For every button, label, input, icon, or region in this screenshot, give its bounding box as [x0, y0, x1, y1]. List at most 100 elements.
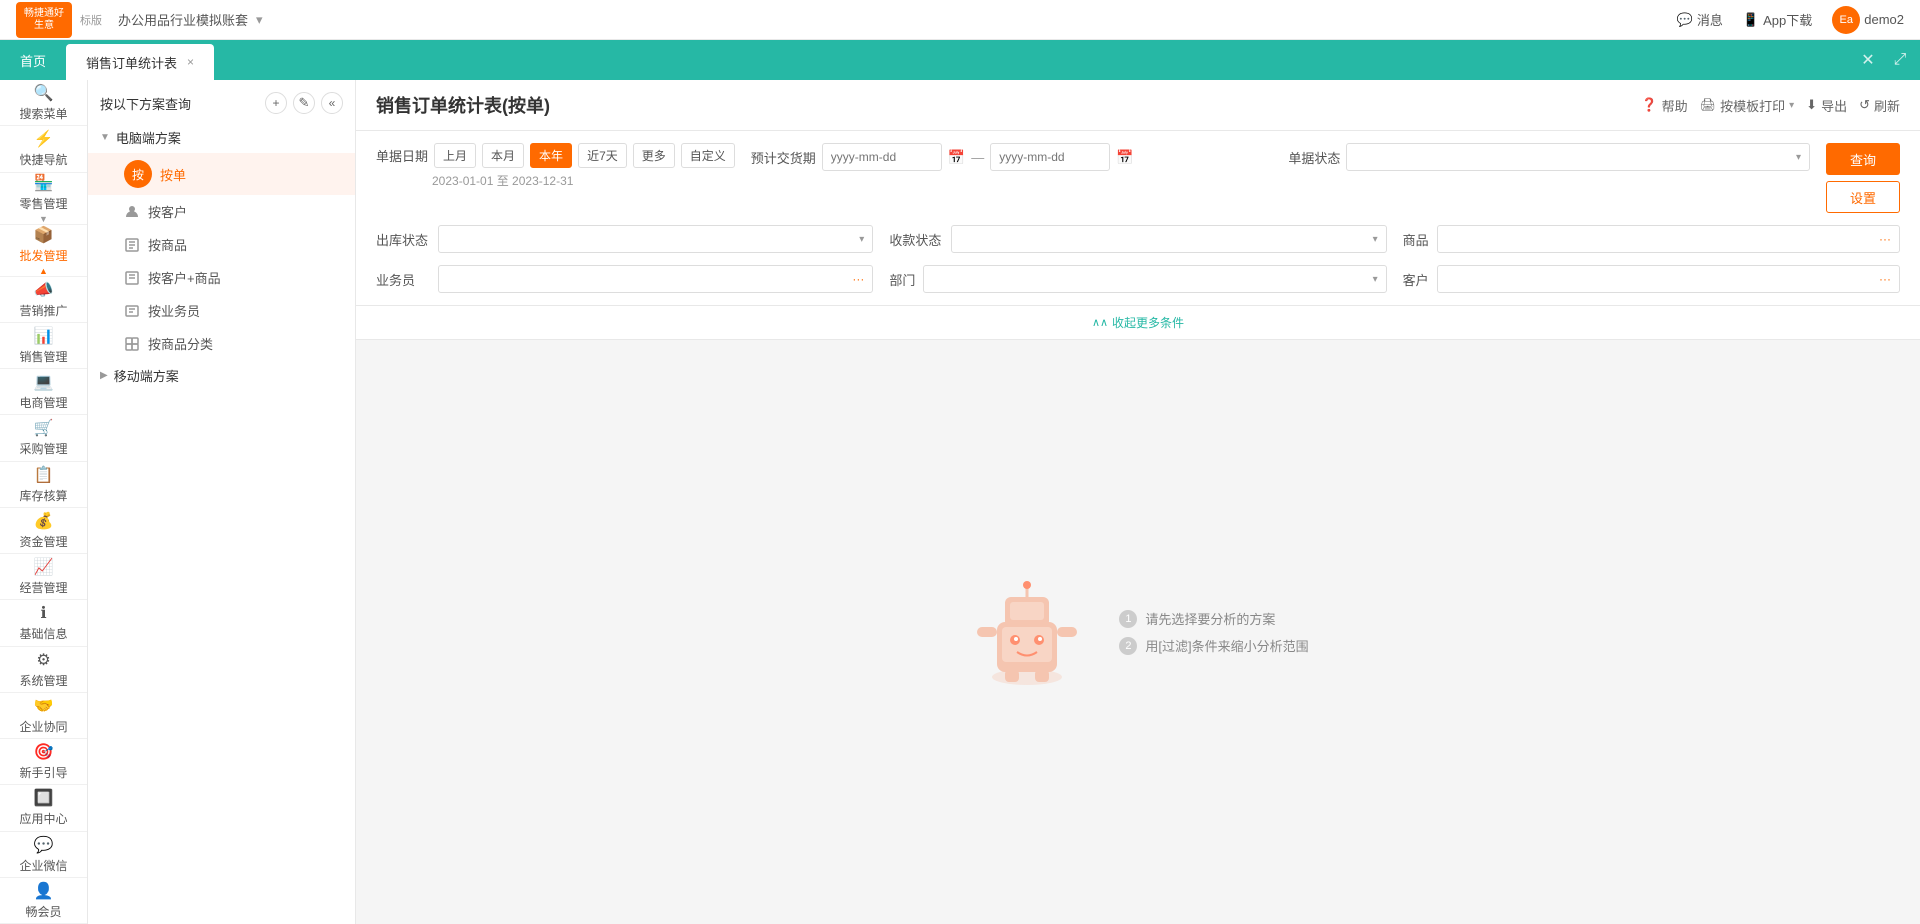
department-group: 部门 ▾	[889, 265, 1386, 293]
sidebar-item-wholesale[interactable]: 📦 批发管理 ▲	[0, 225, 87, 277]
help-button[interactable]: ❓ 帮助	[1641, 96, 1687, 115]
department-select[interactable]: ▾	[923, 265, 1386, 293]
sidebar-item-basic-info[interactable]: ℹ 基础信息	[0, 600, 87, 646]
desktop-scheme-title[interactable]: ▼ 电脑端方案	[88, 122, 355, 153]
sidebar-item-member[interactable]: 👤 畅会员	[0, 878, 87, 924]
collapse-button[interactable]: ∧∧ 收起更多条件	[356, 305, 1920, 339]
sidebar-item-marketing[interactable]: 📣 营销推广	[0, 277, 87, 323]
window-close-button[interactable]: ✕	[1856, 48, 1880, 72]
main-layout: 🔍 搜索菜单 ⚡ 快捷导航 🏪 零售管理 ▼ 📦 批发管理 ▲ 📣 营销推广 📊…	[0, 80, 1920, 924]
mobile-section-arrow: ▶	[100, 370, 108, 381]
sidebar-item-retail[interactable]: 🏪 零售管理 ▼	[0, 173, 87, 225]
user-avatar[interactable]: Ea demo2	[1832, 6, 1904, 34]
sidebar-item-sales[interactable]: 📊 销售管理	[0, 323, 87, 369]
date-btn-last-month[interactable]: 上月	[434, 143, 476, 168]
calendar-to-icon[interactable]: 📅	[1116, 149, 1133, 166]
enterprise-icon: 🤝	[34, 696, 54, 716]
sidebar-item-operations[interactable]: 📈 经营管理	[0, 554, 87, 600]
empty-state: 1 请先选择要分析的方案 2 用[过滤]条件来缩小分析范围	[356, 340, 1920, 924]
marketing-icon: 📣	[34, 280, 54, 300]
doc-status-select[interactable]: ▾	[1346, 143, 1810, 171]
sidebar-item-purchase[interactable]: 🛒 采购管理	[0, 415, 87, 461]
message-button[interactable]: 💬 消息	[1677, 10, 1723, 29]
expected-date-to-input[interactable]	[990, 143, 1110, 171]
ship-status-group: 出库状态 ▾	[376, 225, 873, 253]
sidebar-item-finance[interactable]: 💰 资金管理	[0, 508, 87, 554]
empty-tip-2: 2 用[过滤]条件来缩小分析范围	[1119, 636, 1308, 655]
export-button[interactable]: ⬇ 导出	[1806, 96, 1847, 115]
panel-header-title: 按以下方案查询	[100, 94, 191, 113]
sales-order-tab[interactable]: 销售订单统计表 ×	[66, 44, 214, 80]
sidebar-item-system[interactable]: ⚙ 系统管理	[0, 647, 87, 693]
tabbar: 首页 销售订单统计表 × ✕ ⤢	[0, 40, 1920, 80]
sidebar-item-wechat[interactable]: 💬 企业微信	[0, 832, 87, 878]
customer-label: 客户	[1403, 270, 1431, 289]
panel-header-actions: + ✎ «	[265, 92, 343, 114]
scheme-item-by-category[interactable]: 按商品分类	[88, 327, 355, 360]
scheme-item-by-salesperson[interactable]: 按业务员	[88, 294, 355, 327]
print-icon: 🖨	[1700, 97, 1717, 113]
wholesale-expand-icon: ▲	[39, 266, 48, 276]
date-btn-more[interactable]: 更多	[633, 143, 675, 168]
expected-date-from-input[interactable]	[822, 143, 942, 171]
filter-body: 单据日期 上月 本月 本年 近7天 更多 自定义 2023-01-01 至 20…	[356, 131, 1920, 305]
scheme-item-by-category-label: 按商品分类	[148, 334, 213, 353]
content: 按以下方案查询 + ✎ « ▼ 电脑端方案 按 按单	[88, 80, 1920, 924]
scheme-item-by-customer-goods[interactable]: 按客户+商品	[88, 261, 355, 294]
sidebar-item-appcenter[interactable]: 🔲 应用中心	[0, 785, 87, 831]
date-range-display: 2023-01-01 至 2023-12-31	[376, 172, 735, 189]
date-btn-this-year[interactable]: 本年	[530, 143, 572, 168]
scheme-item-by-goods[interactable]: 按商品	[88, 228, 355, 261]
refresh-icon: ↺	[1859, 97, 1870, 113]
sidebar-item-operations-label: 经营管理	[19, 579, 67, 596]
message-icon: 💬	[1677, 12, 1693, 28]
shortcuts-icon: ⚡	[34, 129, 54, 149]
sidebar-item-ecommerce[interactable]: 💻 电商管理	[0, 369, 87, 415]
scheme-icon-salesperson	[124, 303, 140, 319]
sidebar-item-enterprise[interactable]: 🤝 企业协同	[0, 693, 87, 739]
expected-date-label: 预计交货期	[751, 148, 816, 167]
date-filter-row: 单据日期 上月 本月 本年 近7天 更多 自定义	[376, 143, 735, 168]
date-btn-this-month[interactable]: 本月	[482, 143, 524, 168]
ship-status-arrow: ▾	[859, 234, 864, 245]
query-button[interactable]: 查询	[1826, 143, 1900, 175]
tip-num-2: 2	[1119, 637, 1137, 655]
calendar-from-icon[interactable]: 📅	[948, 149, 965, 166]
date-btn-custom[interactable]: 自定义	[681, 143, 735, 168]
mobile-scheme-title[interactable]: ▶ 移动端方案	[88, 360, 355, 391]
tab-close-icon[interactable]: ×	[187, 55, 194, 69]
sidebar-item-finance-label: 资金管理	[19, 533, 67, 550]
sidebar-item-search[interactable]: 🔍 搜索菜单	[0, 80, 87, 126]
payment-status-select[interactable]: ▾	[951, 225, 1386, 253]
goods-dots[interactable]: ···	[1879, 232, 1891, 246]
operations-icon: 📈	[34, 557, 54, 577]
home-tab[interactable]: 首页	[0, 40, 66, 80]
salesperson-dots[interactable]: ···	[852, 272, 864, 286]
sidebar-item-guide[interactable]: 🎯 新手引导	[0, 739, 87, 785]
panel-collapse-button[interactable]: «	[321, 92, 343, 114]
goods-select[interactable]: ···	[1437, 225, 1900, 253]
scheme-item-by-customer[interactable]: 按客户	[88, 195, 355, 228]
panel-edit-button[interactable]: ✎	[293, 92, 315, 114]
sidebar-item-inventory[interactable]: 📋 库存核算	[0, 462, 87, 508]
customer-select[interactable]: ···	[1437, 265, 1900, 293]
window-maximize-button[interactable]: ⤢	[1888, 48, 1912, 72]
customer-dots[interactable]: ···	[1879, 272, 1891, 286]
mobile-scheme-section: ▶ 移动端方案	[88, 360, 355, 391]
template-print-button[interactable]: 🖨 按模板打印 ▾	[1700, 96, 1795, 115]
refresh-button[interactable]: ↺ 刷新	[1859, 96, 1900, 115]
empty-tips: 1 请先选择要分析的方案 2 用[过滤]条件来缩小分析范围	[1119, 609, 1308, 655]
company-dropdown-icon[interactable]: ▾	[256, 12, 263, 28]
department-arrow: ▾	[1373, 274, 1378, 285]
ship-status-select[interactable]: ▾	[438, 225, 873, 253]
sidebar-item-shortcuts[interactable]: ⚡ 快捷导航	[0, 126, 87, 172]
scheme-item-by-order-label: 按单	[160, 165, 186, 184]
settings-button[interactable]: 设置	[1826, 181, 1900, 213]
salesperson-select[interactable]: ···	[438, 265, 873, 293]
date-btn-7days[interactable]: 近7天	[578, 143, 627, 168]
page-title: 销售订单统计表(按单)	[376, 92, 550, 118]
panel-add-button[interactable]: +	[265, 92, 287, 114]
app-download-button[interactable]: 📱 App下载	[1743, 10, 1812, 29]
scheme-item-by-order[interactable]: 按 按单	[88, 153, 355, 195]
expected-date-group: 预计交货期 📅 — 📅	[751, 143, 1273, 171]
